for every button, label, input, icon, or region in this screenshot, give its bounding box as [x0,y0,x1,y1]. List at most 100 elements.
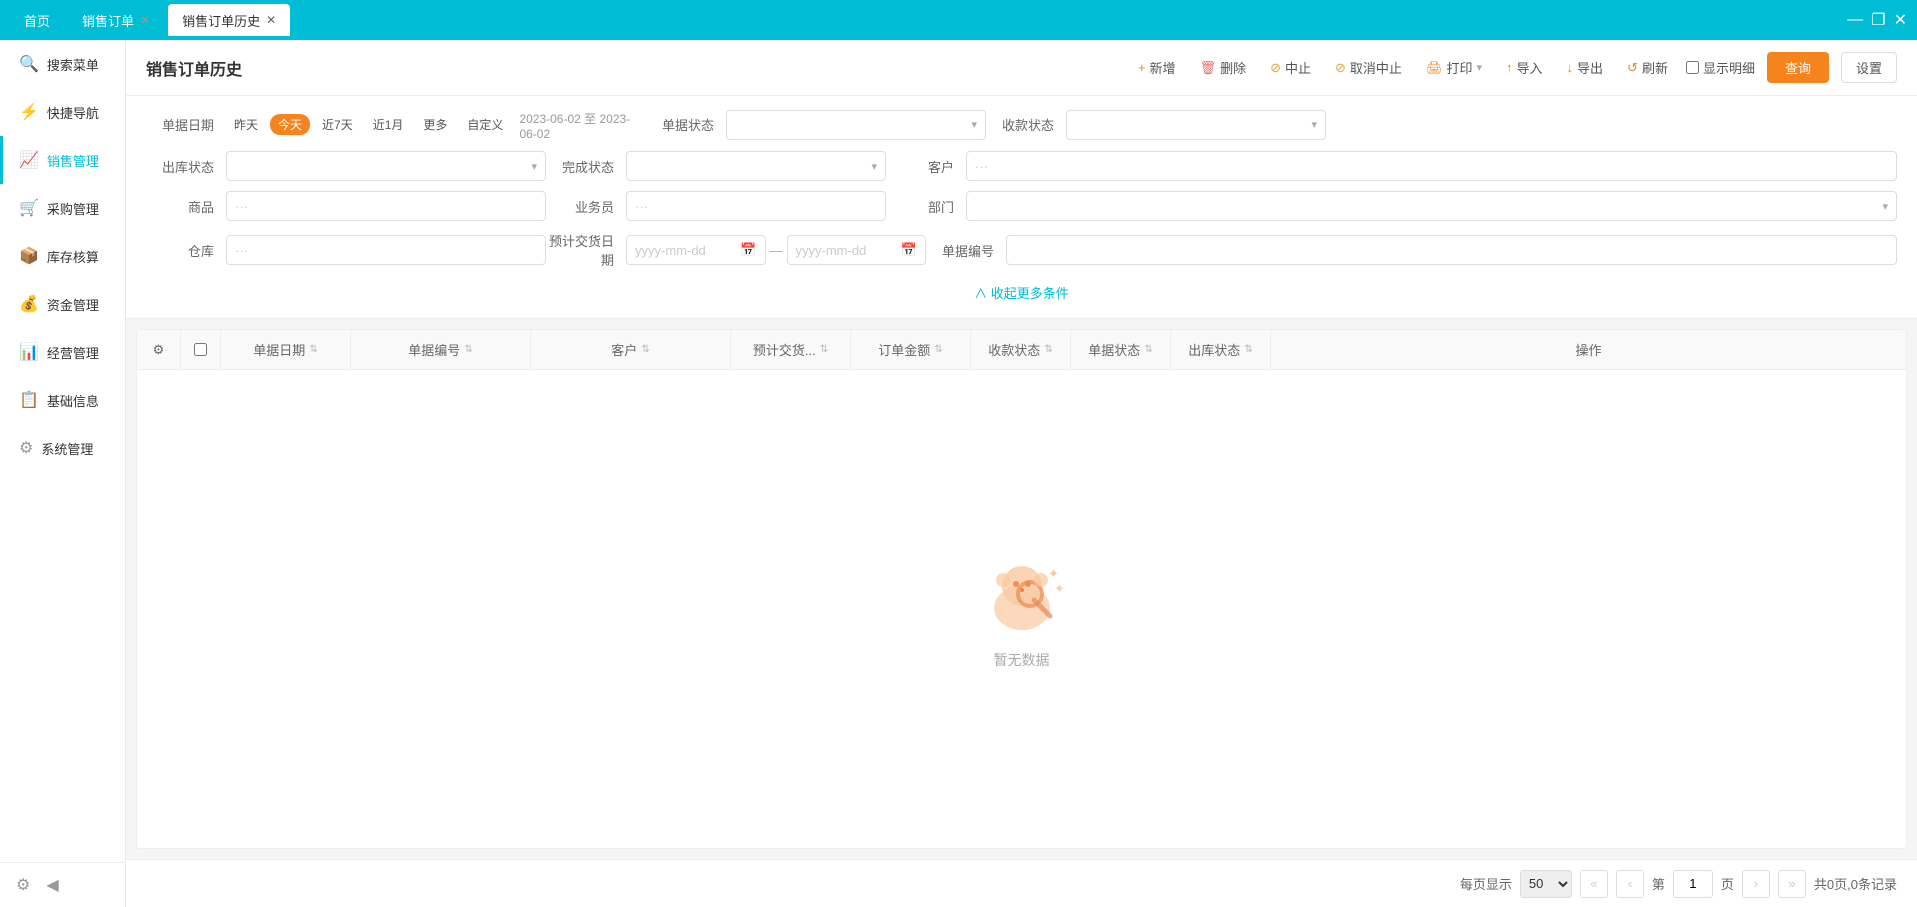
import-button[interactable]: ↑ 导入 [1500,54,1549,81]
goods-select[interactable]: ··· [226,191,546,221]
th-no[interactable]: 单据编号 ⇅ [351,330,531,369]
tab-sales-order-close[interactable]: ✕ [140,13,150,27]
setting-button[interactable]: 设置 [1841,52,1897,83]
complete-status-arrow: ▾ [871,160,877,173]
minimize-icon[interactable]: — [1847,11,1863,29]
th-amount[interactable]: 订单金额 ⇅ [851,330,971,369]
out-status-select[interactable]: ▾ [226,151,546,181]
th-pay-status-sort-icon: ⇅ [1044,344,1052,355]
sidebar-item-sys-mgmt[interactable]: ⚙ 系统管理 [0,424,125,472]
new-button[interactable]: + 新增 [1132,54,1182,81]
date-more[interactable]: 更多 [415,114,455,135]
export-button[interactable]: ↓ 导出 [1561,54,1610,81]
dept-select[interactable]: ▾ [966,191,1897,221]
th-checkbox[interactable] [181,330,221,369]
content-area: 销售订单历史 + 新增 🗑 删除 ⊘ 中止 ⊘ 取消中止 [126,40,1917,907]
sidebar-settings-icon[interactable]: ⚙ [16,875,30,895]
next-page-button[interactable]: › [1742,870,1770,898]
empty-state: ✦ ✦ 暂无数据 [972,548,1072,670]
prev-page-button[interactable]: ‹ [1616,870,1644,898]
select-all-checkbox[interactable] [194,343,207,356]
last-page-button[interactable]: » [1778,870,1806,898]
table-area: ⚙ 单据日期 ⇅ 单据编号 ⇅ 客户 ⇅ 预计交货... [136,329,1907,849]
th-actions: 操作 [1271,330,1906,369]
show-detail-input[interactable] [1686,61,1699,74]
th-delivery[interactable]: 预计交货... ⇅ [731,330,851,369]
settings-icon: ⚙ [153,342,165,358]
tab-home[interactable]: 首页 [10,4,64,36]
complete-status-select[interactable]: ▾ [626,151,886,181]
th-date-label: 单据日期 [253,340,305,359]
inventory-icon: 📦 [19,246,39,266]
th-settings[interactable]: ⚙ [137,330,181,369]
filter-row-1: 单据日期 昨天 今天 近7天 近1月 更多 自定义 2023-06-02 至 2… [146,108,1897,141]
first-page-button[interactable]: « [1580,870,1608,898]
pagination: 每页显示 10 20 50 100 « ‹ 第 页 › » 共0页,0条记录 [126,859,1917,907]
sidebar-item-quick-nav[interactable]: ⚡ 快捷导航 [0,88,125,136]
collapse-row[interactable]: ∧ 收起更多条件 [146,279,1897,310]
th-date[interactable]: 单据日期 ⇅ [221,330,351,369]
delivery-date-label: 预计交货日期 [546,231,626,269]
delivery-date-end[interactable]: yyyy-mm-dd 📅 [787,235,927,265]
stop-button[interactable]: ⊘ 中止 [1264,54,1317,81]
warehouse-select[interactable]: ··· [226,235,546,265]
query-button[interactable]: 查询 [1767,52,1829,83]
date-range: 2023-06-02 至 2023-06-02 [519,110,646,141]
cancel-stop-button[interactable]: ⊘ 取消中止 [1329,54,1408,81]
sidebar-item-inventory[interactable]: 📦 库存核算 [0,232,125,280]
th-customer[interactable]: 客户 ⇅ [531,330,731,369]
tab-sales-order-history[interactable]: 销售订单历史 ✕ [168,4,290,36]
sidebar-collapse-icon[interactable]: ◀ [46,875,58,895]
order-no-input[interactable] [1006,235,1897,265]
sidebar-item-label: 搜索菜单 [47,55,99,74]
th-order-status[interactable]: 单据状态 ⇅ [1071,330,1171,369]
per-page-select[interactable]: 10 20 50 100 [1520,870,1572,898]
salesperson-select[interactable]: ··· [626,191,886,221]
date-1month[interactable]: 近1月 [365,114,412,135]
sidebar-item-sales-mgmt[interactable]: 📈 销售管理 [0,136,125,184]
show-detail-checkbox[interactable]: 显示明细 [1686,58,1755,77]
out-status-field: ▾ [226,151,546,181]
complete-status-field: ▾ [626,151,886,181]
date-7days[interactable]: 近7天 [314,114,361,135]
tab-sales-order-history-close[interactable]: ✕ [266,13,276,27]
print-dropdown-icon[interactable]: ▾ [1476,61,1482,74]
sidebar-item-finance[interactable]: 💰 资金管理 [0,280,125,328]
close-window-icon[interactable]: ✕ [1894,10,1907,30]
sidebar: 🔍 搜索菜单 ⚡ 快捷导航 📈 销售管理 🛒 采购管理 📦 库存核算 💰 资金管… [0,40,126,907]
date-custom[interactable]: 自定义 [459,114,511,135]
print-button[interactable]: 🖨 打印 ▾ [1420,54,1488,81]
stop-label: 中止 [1285,58,1311,77]
sidebar-item-search-menu[interactable]: 🔍 搜索菜单 [0,40,125,88]
date-today[interactable]: 今天 [270,114,310,135]
th-no-label: 单据编号 [408,340,460,359]
sidebar-item-operations[interactable]: 📊 经营管理 [0,328,125,376]
sidebar-item-basic-info[interactable]: 📋 基础信息 [0,376,125,424]
print-label: 打印 [1446,58,1472,77]
th-out-status[interactable]: 出库状态 ⇅ [1171,330,1271,369]
payment-status-arrow: ▾ [1311,118,1317,131]
tab-sales-order-history-label: 销售订单历史 [182,11,260,30]
th-pay-status[interactable]: 收款状态 ⇅ [971,330,1071,369]
page-input[interactable] [1673,870,1713,898]
customer-select[interactable]: ··· [966,151,1897,181]
order-status-select[interactable]: ▾ [726,110,986,140]
sidebar-item-label: 资金管理 [47,295,99,314]
date-yesterday[interactable]: 昨天 [226,114,266,135]
delete-button[interactable]: 🗑 删除 [1194,54,1253,81]
delivery-date-start[interactable]: yyyy-mm-dd 📅 [626,235,766,265]
th-order-status-label: 单据状态 [1088,340,1140,359]
refresh-button[interactable]: ↺ 刷新 [1621,54,1674,81]
tab-sales-order[interactable]: 销售订单 ✕ [68,4,164,36]
top-bar: 首页 销售订单 ✕ 销售订单历史 ✕ — ❐ ✕ [0,0,1917,40]
order-no-field [1006,235,1897,265]
refresh-icon: ↺ [1627,60,1638,76]
out-status-label: 出库状态 [146,157,226,176]
restore-icon[interactable]: ❐ [1871,10,1885,30]
out-status-arrow: ▾ [531,160,537,173]
payment-status-select[interactable]: ▾ [1066,110,1326,140]
table-body: ✦ ✦ 暂无数据 [137,370,1906,848]
sidebar-item-purchase-mgmt[interactable]: 🛒 采购管理 [0,184,125,232]
page-title: 销售订单历史 [146,56,1120,80]
filter-area: 单据日期 昨天 今天 近7天 近1月 更多 自定义 2023-06-02 至 2… [126,96,1917,319]
